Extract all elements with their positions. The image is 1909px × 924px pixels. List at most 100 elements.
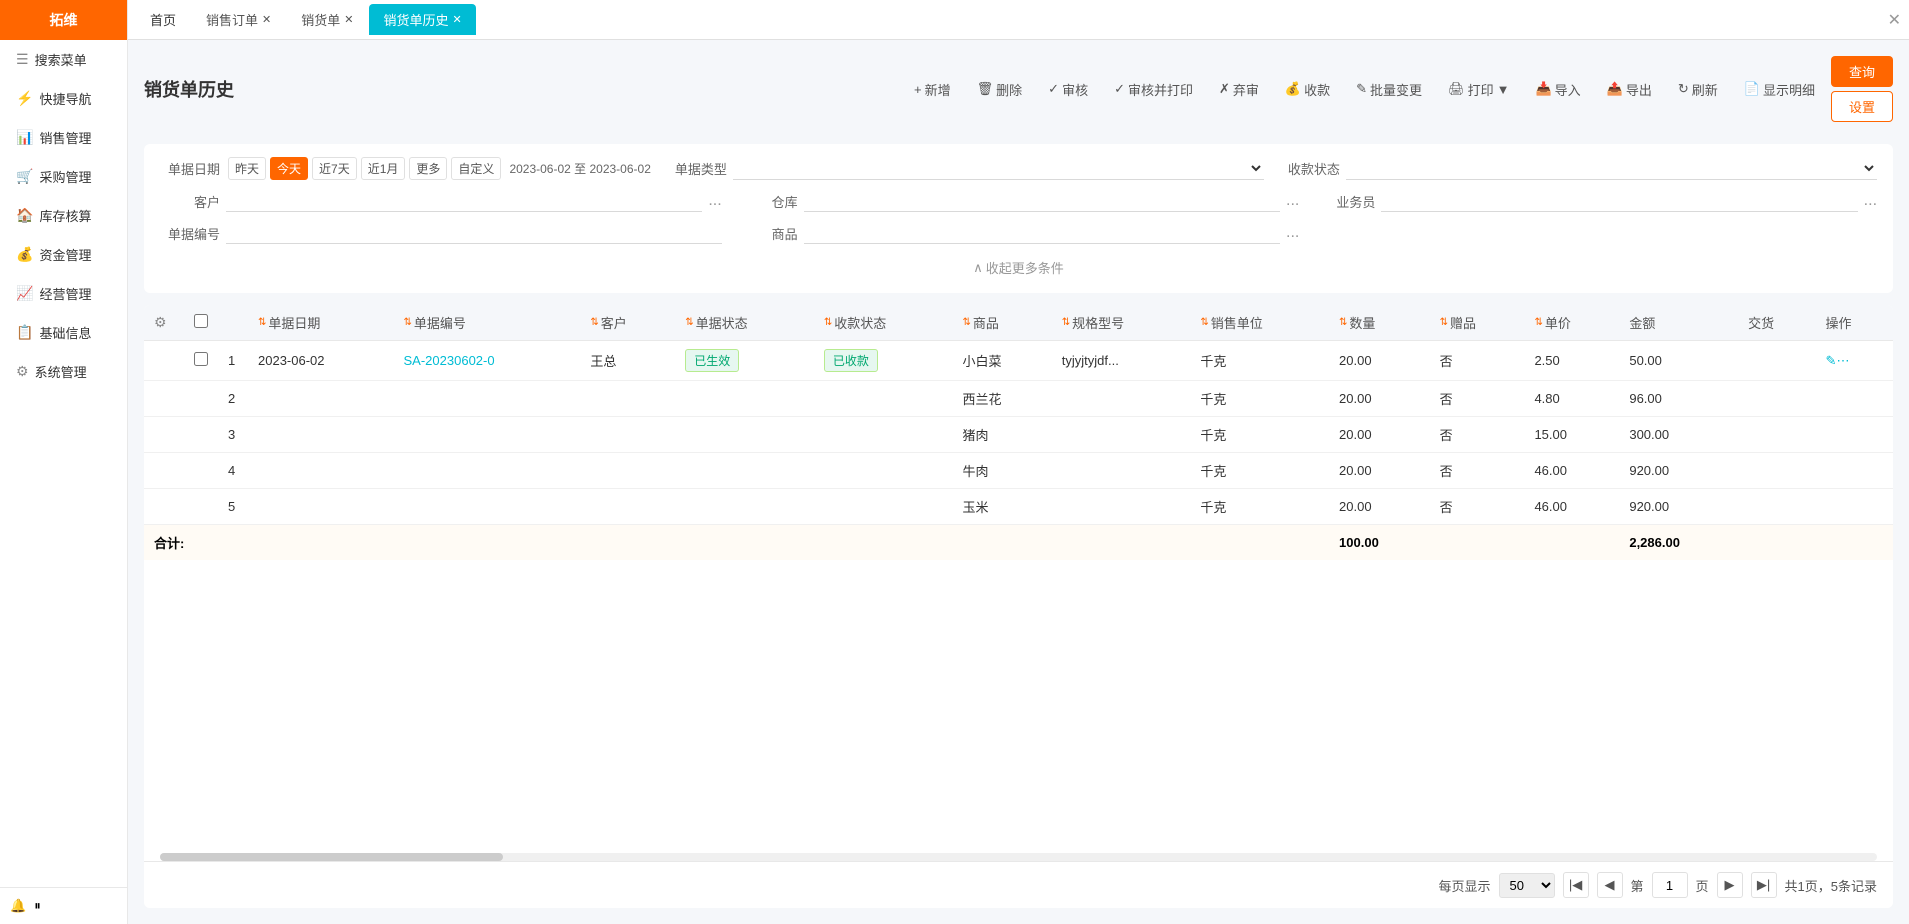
doc-no-input[interactable] — [226, 222, 722, 244]
tab-sales-invoice[interactable]: 销货单 ✕ — [287, 4, 367, 35]
import-icon: 📥 — [1535, 81, 1551, 97]
review-print-button[interactable]: ✓ 审核并打印 — [1104, 75, 1203, 104]
date-btn-yesterday[interactable]: 昨天 — [228, 157, 266, 180]
payment-status-select[interactable] — [1346, 156, 1877, 180]
total-info: 共1页，5条记录 — [1785, 876, 1877, 895]
warehouse-input[interactable] — [804, 190, 1280, 212]
basic-info-icon: 📋 — [16, 324, 33, 341]
col-customer[interactable]: ⇅客户 — [580, 305, 675, 341]
date-btn-more[interactable]: 更多 — [409, 157, 447, 180]
add-button[interactable]: + 新增 — [904, 75, 961, 104]
row-more-button[interactable]: ⋯ — [1836, 353, 1849, 369]
row-doc-date — [248, 489, 394, 525]
select-all-checkbox[interactable] — [194, 314, 208, 328]
salesperson-input[interactable] — [1381, 190, 1857, 212]
row-customer — [580, 489, 675, 525]
date-btn-today[interactable]: 今天 — [270, 157, 308, 180]
sidebar-item-inventory[interactable]: 🏠 库存核算 — [0, 196, 127, 235]
add-icon: + — [914, 82, 922, 97]
col-spec[interactable]: ⇅规格型号 — [1052, 305, 1191, 341]
doc-no-label: 单据编号 — [160, 224, 220, 243]
pause-icon[interactable]: ⏸ — [34, 898, 41, 914]
col-trade: 交货 — [1738, 305, 1815, 341]
sidebar-item-search-menu[interactable]: ☰ 搜索菜单 — [0, 40, 127, 79]
col-doc-date[interactable]: ⇅单据日期 — [248, 305, 394, 341]
date-btn-1month[interactable]: 近1月 — [361, 157, 406, 180]
salesperson-dots-icon[interactable]: ... — [1864, 192, 1877, 210]
tab-close-sales-order[interactable]: ✕ — [262, 13, 271, 26]
review-button[interactable]: ✓ 审核 — [1038, 75, 1098, 104]
doc-type-select[interactable] — [733, 156, 1264, 180]
abandon-button[interactable]: ✗ 弃审 — [1209, 75, 1269, 104]
sidebar-item-sys-mgmt[interactable]: ⚙ 系统管理 — [0, 352, 127, 391]
sidebar-item-basic-info[interactable]: 📋 基础信息 — [0, 313, 127, 352]
row-unit: 千克 — [1190, 489, 1329, 525]
row-doc-status — [675, 453, 814, 489]
col-qty[interactable]: ⇅数量 — [1329, 305, 1430, 341]
row-checkbox[interactable] — [184, 453, 218, 489]
filter-row-3: 单据编号 商品 ... — [160, 222, 1877, 244]
col-payment-status[interactable]: ⇅收款状态 — [814, 305, 953, 341]
row-customer — [580, 381, 675, 417]
sort-customer-icon: ⇅ — [590, 317, 598, 328]
col-unit[interactable]: ⇅销售单位 — [1190, 305, 1329, 341]
date-btn-7days[interactable]: 近7天 — [312, 157, 357, 180]
tab-close-sales-invoice[interactable]: ✕ — [344, 13, 353, 26]
sort-qty-icon: ⇅ — [1339, 317, 1347, 328]
tab-close-sales-history[interactable]: ✕ — [453, 13, 462, 26]
import-button[interactable]: 📥 导入 — [1525, 75, 1590, 104]
sidebar-item-quick-nav[interactable]: ⚡ 快捷导航 — [0, 79, 127, 118]
last-page-button[interactable]: ▶| — [1751, 872, 1777, 898]
sidebar-item-sales-mgmt[interactable]: 📊 销售管理 — [0, 118, 127, 157]
goods-dots-icon[interactable]: ... — [1286, 224, 1299, 242]
query-button[interactable]: 查询 — [1831, 56, 1893, 87]
first-page-button[interactable]: |◀ — [1563, 872, 1589, 898]
gear-settings-icon[interactable]: ⚙ — [154, 314, 167, 330]
refresh-button[interactable]: ↻ 刷新 — [1668, 75, 1728, 104]
row-no: 4 — [218, 453, 248, 489]
page-suffix: 页 — [1696, 876, 1709, 895]
customer-input[interactable] — [226, 190, 702, 212]
col-doc-no[interactable]: ⇅单据编号 — [394, 305, 581, 341]
notification-icon[interactable]: 🔔 — [10, 898, 26, 914]
close-all-tabs-icon[interactable]: ✕ — [1888, 10, 1901, 30]
print-button[interactable]: 🖨 打印 ▼ — [1438, 75, 1519, 104]
collect-button[interactable]: 💰 收款 — [1275, 75, 1340, 104]
tab-sales-history[interactable]: 销货单历史 ✕ — [369, 4, 475, 35]
prev-page-button[interactable]: ◀ — [1597, 872, 1623, 898]
filter-section: 单据日期 昨天 今天 近7天 近1月 更多 自定义 2023-06-02 至 2… — [144, 144, 1893, 293]
row-checkbox[interactable] — [184, 341, 218, 381]
show-detail-icon: 📄 — [1744, 81, 1760, 97]
scrollbar-thumb[interactable] — [160, 853, 503, 861]
customer-dots-icon[interactable]: ... — [708, 192, 721, 210]
row-checkbox[interactable] — [184, 489, 218, 525]
tab-sales-order[interactable]: 销售订单 ✕ — [192, 4, 285, 35]
date-btn-custom[interactable]: 自定义 — [451, 157, 501, 180]
row-edit-button[interactable]: ✎ — [1826, 353, 1837, 369]
col-goods[interactable]: ⇅商品 — [953, 305, 1052, 341]
batch-change-button[interactable]: ✎ 批量变更 — [1346, 75, 1432, 104]
warehouse-dots-icon[interactable]: ... — [1286, 192, 1299, 210]
row-checkbox[interactable] — [184, 381, 218, 417]
row-doc-date — [248, 381, 394, 417]
sidebar-item-biz-mgmt[interactable]: 📈 经营管理 — [0, 274, 127, 313]
collapse-button[interactable]: ∧ 收起更多条件 — [160, 254, 1877, 281]
sidebar-item-purchase-mgmt[interactable]: 🛒 采购管理 — [0, 157, 127, 196]
col-price[interactable]: ⇅单价 — [1524, 305, 1619, 341]
goods-input[interactable] — [804, 222, 1280, 244]
col-gift[interactable]: ⇅赠品 — [1430, 305, 1525, 341]
row-gear — [144, 489, 184, 525]
per-page-select[interactable]: 50 100 200 — [1499, 873, 1555, 898]
col-doc-status[interactable]: ⇅单据状态 — [675, 305, 814, 341]
export-button[interactable]: 📤 导出 — [1597, 75, 1662, 104]
next-page-button[interactable]: ▶ — [1717, 872, 1743, 898]
tab-home[interactable]: 首页 — [136, 4, 190, 35]
row-no: 2 — [218, 381, 248, 417]
sidebar-item-finance-mgmt[interactable]: 💰 资金管理 — [0, 235, 127, 274]
page-number-input[interactable] — [1652, 872, 1688, 898]
setting-button[interactable]: 设置 — [1831, 91, 1893, 122]
row-checkbox[interactable] — [184, 417, 218, 453]
show-detail-button[interactable]: 📄 显示明细 — [1734, 75, 1825, 104]
scrollbar-track[interactable] — [160, 853, 1877, 861]
delete-button[interactable]: 🗑 删除 — [967, 75, 1033, 104]
